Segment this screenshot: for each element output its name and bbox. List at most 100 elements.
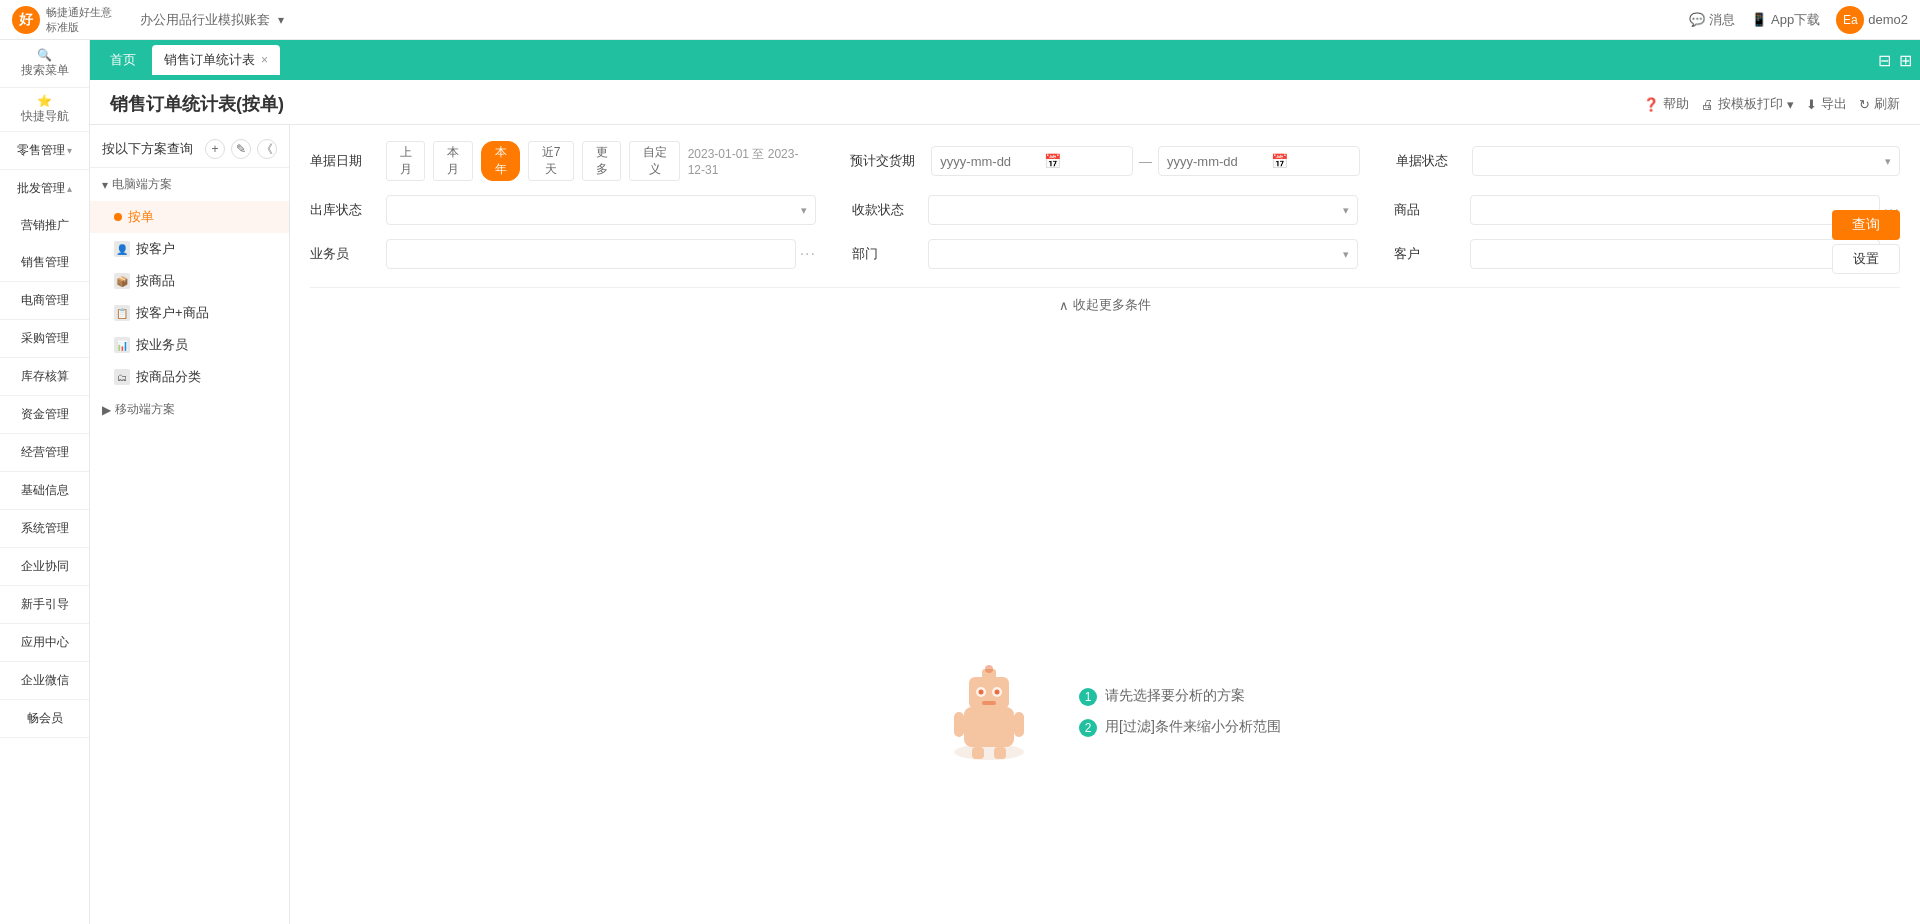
category-icon: 🗂	[114, 369, 130, 385]
sidebar-section-cooperation: 企业协同	[0, 548, 89, 586]
department-select[interactable]: ▾	[928, 239, 1358, 269]
collapse-panel-btn[interactable]: 《	[257, 139, 277, 159]
empty-illustration	[929, 652, 1049, 772]
tab-home[interactable]: 首页	[98, 45, 148, 75]
expected-date-field: 📅 — 📅	[931, 146, 1359, 176]
sidebar-item-inventory[interactable]: 库存核算	[0, 358, 89, 395]
order-status-select[interactable]: ▾	[1472, 146, 1900, 176]
app-dropdown[interactable]: ▾	[278, 13, 284, 27]
scheme-item-by-category[interactable]: 🗂 按商品分类	[90, 361, 289, 393]
main-layout: 🔍 搜索菜单 ⭐ 快捷导航 零售管理 ▾ 批发管理 ▴ 营销推广 销售管理	[0, 40, 1920, 924]
sidebar-section-guide: 新手引导	[0, 586, 89, 624]
filter-row-people: 业务员 ··· 部门 ▾	[310, 239, 1900, 269]
calendar-from-icon[interactable]: 📅	[1044, 153, 1061, 169]
empty-tips: 1 请先选择要分析的方案 2 用[过滤]条件来缩小分析范围	[1079, 687, 1281, 737]
sidebar-item-guide[interactable]: 新手引导	[0, 586, 89, 623]
sidebar-item-ecommerce[interactable]: 电商管理	[0, 282, 89, 319]
sidebar-item-finance[interactable]: 资金管理	[0, 396, 89, 433]
collapse-btn-area: ∧ 收起更多条件	[310, 287, 1900, 330]
scheme-dot-icon	[114, 213, 122, 221]
user-menu[interactable]: Ea demo2	[1836, 6, 1908, 34]
tab-close-icon[interactable]: ×	[261, 53, 268, 67]
svg-rect-10	[972, 747, 984, 759]
filter-row-date: 单据日期 上月 本月 本年 近7天 更多 自定义 2023-01-01 至 20…	[310, 141, 1900, 181]
svg-rect-7	[982, 701, 996, 705]
sidebar-section-purchase: 采购管理	[0, 320, 89, 358]
sidebar-item-wechat[interactable]: 企业微信	[0, 662, 89, 699]
date-btn-custom[interactable]: 自定义	[629, 141, 679, 181]
sidebar-item-wholesale[interactable]: 批发管理 ▴	[0, 170, 89, 207]
tip-num-2: 2	[1079, 719, 1097, 737]
scheme-item-by-customer-goods[interactable]: 📋 按客户+商品	[90, 297, 289, 329]
delivery-status-select[interactable]: ▾	[386, 195, 816, 225]
app-download-btn[interactable]: 📱 App下载	[1751, 11, 1820, 29]
svg-rect-11	[994, 747, 1006, 759]
logo-text: 畅捷通好生意 标准版	[46, 5, 112, 34]
sidebar-section-appcenter: 应用中心	[0, 624, 89, 662]
sidebar-item-retail[interactable]: 零售管理 ▾	[0, 132, 89, 169]
print-icon: 🖨	[1701, 97, 1714, 112]
sidebar-item-operation[interactable]: 经营管理	[0, 434, 89, 471]
date-btn-thismonth[interactable]: 本月	[433, 141, 472, 181]
scheme-item-by-customer[interactable]: 👤 按客户	[90, 233, 289, 265]
message-btn[interactable]: 💬 消息	[1689, 11, 1735, 29]
combined-icon: 📋	[114, 305, 130, 321]
chevron-up-icon: ▴	[67, 183, 72, 194]
goods-icon: 📦	[114, 273, 130, 289]
sidebar-item-marketing[interactable]: 营销推广	[0, 207, 89, 244]
add-scheme-btn[interactable]: +	[205, 139, 225, 159]
salesman-input[interactable]	[386, 239, 796, 269]
date-btn-7days[interactable]: 近7天	[528, 141, 573, 181]
sidebar-search[interactable]: 🔍 搜索菜单	[0, 40, 89, 88]
tab-sales-statistics[interactable]: 销售订单统计表 ×	[152, 45, 280, 75]
query-button[interactable]: 查询	[1832, 210, 1900, 240]
message-icon: 💬	[1689, 12, 1705, 27]
date-btn-more[interactable]: 更多	[582, 141, 621, 181]
scheme-panel-tools: + ✎ 《	[205, 139, 277, 159]
settings-button[interactable]: 设置	[1832, 244, 1900, 274]
empty-tip-2: 2 用[过滤]条件来缩小分析范围	[1079, 718, 1281, 737]
collapse-btn[interactable]: ∧ 收起更多条件	[1059, 296, 1151, 314]
calendar-to-icon[interactable]: 📅	[1271, 153, 1288, 169]
help-btn[interactable]: ❓ 帮助	[1643, 95, 1689, 113]
sidebar-section-system: 系统管理	[0, 510, 89, 548]
scheme-item-by-order[interactable]: 按单	[90, 201, 289, 233]
tab-minimize-icon[interactable]: ⊟	[1878, 51, 1891, 70]
sidebar-item-sales[interactable]: 销售管理	[0, 244, 89, 281]
sidebar-item-system[interactable]: 系统管理	[0, 510, 89, 547]
date-range-text: 2023-01-01 至 2023-12-31	[688, 146, 815, 177]
expected-date-to[interactable]	[1167, 154, 1267, 169]
svg-point-5	[979, 690, 984, 695]
salesman-more-icon[interactable]: ···	[800, 245, 816, 263]
sidebar-item-basic[interactable]: 基础信息	[0, 472, 89, 509]
scheme-item-by-staff[interactable]: 📊 按业务员	[90, 329, 289, 361]
scheme-item-by-goods[interactable]: 📦 按商品	[90, 265, 289, 297]
sidebar-item-appcenter[interactable]: 应用中心	[0, 624, 89, 661]
sidebar-item-member[interactable]: 畅会员	[0, 700, 89, 737]
empty-svg	[934, 657, 1044, 767]
expected-date-from[interactable]	[940, 154, 1040, 169]
department-field: ▾	[928, 239, 1358, 269]
export-btn[interactable]: ⬇ 导出	[1806, 95, 1847, 113]
refresh-btn[interactable]: ↻ 刷新	[1859, 95, 1900, 113]
print-btn[interactable]: 🖨 按模板打印 ▾	[1701, 95, 1794, 113]
goods-input[interactable]	[1470, 195, 1880, 225]
chevron-down-icon: ▾	[102, 178, 108, 192]
page-header: 销售订单统计表(按单) ❓ 帮助 🖨 按模板打印 ▾ ⬇ 导出	[90, 80, 1920, 125]
svg-rect-8	[954, 712, 964, 737]
staff-icon: 📊	[114, 337, 130, 353]
print-dropdown-icon[interactable]: ▾	[1787, 97, 1794, 112]
date-btn-lastmonth[interactable]: 上月	[386, 141, 425, 181]
sidebar-quick-nav[interactable]: ⭐ 快捷导航	[0, 88, 89, 132]
select-arrow-icon: ▾	[1885, 155, 1891, 168]
payment-status-select[interactable]: ▾	[928, 195, 1358, 225]
customer-input[interactable]	[1470, 239, 1880, 269]
tab-maximize-icon[interactable]: ⊞	[1899, 51, 1912, 70]
scheme-panel-header: 按以下方案查询 + ✎ 《	[90, 135, 289, 168]
sidebar-item-purchase[interactable]: 采购管理	[0, 320, 89, 357]
date-btn-thisyear[interactable]: 本年	[481, 141, 520, 181]
svg-rect-1	[964, 707, 1014, 747]
sidebar-item-cooperation[interactable]: 企业协同	[0, 548, 89, 585]
edit-scheme-btn[interactable]: ✎	[231, 139, 251, 159]
salesman-field: ···	[386, 239, 816, 269]
